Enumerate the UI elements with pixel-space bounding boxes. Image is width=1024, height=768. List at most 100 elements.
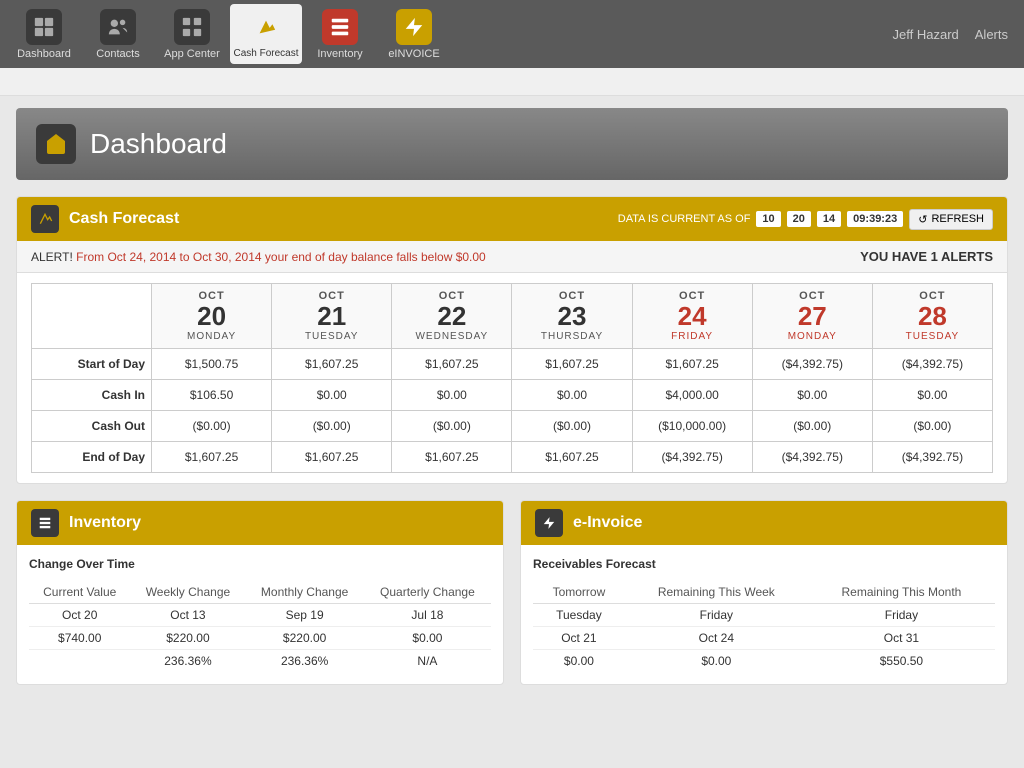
einv-r1-c0: Oct 21 [533,626,625,649]
dayname-0: MONDAY [156,331,267,342]
col-header-3: OCT 23 THURSDAY [512,284,632,349]
cell-sod-4: $1,607.25 [633,349,753,380]
time-clock: 09:39:23 [847,211,903,227]
cell-ci-6: $0.00 [873,380,993,411]
daynum-1: 21 [276,302,387,331]
header-bar [0,68,1024,96]
nav-cashforecast[interactable]: Cash Forecast [230,4,302,64]
einvoice-header-left: e-Invoice [535,509,642,537]
cell-ci-5: $0.00 [753,380,873,411]
inv-r2-c1: 236.36% [130,649,245,672]
inv-col-3: Quarterly Change [364,581,491,604]
dayname-1: TUESDAY [276,331,387,342]
cash-forecast-card: Cash Forecast DATA IS CURRENT AS OF 10 2… [16,196,1008,484]
cell-ci-2: $0.00 [392,380,512,411]
refresh-icon: ↺ [918,213,927,226]
cell-sod-5: ($4,392.75) [753,349,873,380]
nav-appcenter-label: App Center [164,48,220,60]
dashboard-header-icon [36,124,76,164]
inventory-body: Change Over Time Current Value Weekly Ch… [17,545,503,684]
inventory-nav-icon [322,9,358,45]
inv-row-2: 236.36% 236.36% N/A [29,649,491,672]
einv-col-2: Remaining This Month [808,581,995,604]
einvoice-subtitle: Receivables Forecast [533,557,995,571]
inventory-icon [31,509,59,537]
time-badge-20: 20 [787,211,811,227]
dayname-6: TUESDAY [877,331,988,342]
cell-sod-2: $1,607.25 [392,349,512,380]
cash-forecast-header: Cash Forecast DATA IS CURRENT AS OF 10 2… [17,197,1007,241]
nav-contacts[interactable]: Contacts [82,4,154,64]
nav-contacts-label: Contacts [96,48,139,60]
row-label-cashin: Cash In [32,380,152,411]
row-label-endofday: End of Day [32,442,152,473]
alerts-link[interactable]: Alerts [975,27,1008,42]
dayname-3: THURSDAY [516,331,627,342]
cell-ci-3: $0.00 [512,380,632,411]
einv-r2-c2: $550.50 [808,649,995,672]
inv-r2-c2: 236.36% [245,649,363,672]
daynum-6: 28 [877,302,988,331]
inventory-header-left: Inventory [31,509,141,537]
cash-forecast-header-left: Cash Forecast [31,205,179,233]
cell-co-1: ($0.00) [272,411,392,442]
refresh-label: REFRESH [931,213,984,225]
cash-forecast-title: Cash Forecast [69,210,179,228]
inventory-table: Current Value Weekly Change Monthly Chan… [29,581,491,672]
daynum-5: 27 [757,302,868,331]
inv-r2-c3: N/A [364,649,491,672]
nav-einvoice-label: eINVOICE [388,48,439,60]
cell-eod-6: ($4,392.75) [873,442,993,473]
col-header-1: OCT 21 TUESDAY [272,284,392,349]
nav-dashboard[interactable]: Dashboard [8,4,80,64]
cell-eod-5: ($4,392.75) [753,442,873,473]
refresh-button[interactable]: ↺ REFRESH [909,209,993,230]
calendar-grid: OCT 20 MONDAY OCT 21 TUESDAY OCT 22 WEDN… [31,283,993,473]
einv-r1-c2: Oct 31 [808,626,995,649]
nav-appcenter[interactable]: App Center [156,4,228,64]
inv-r1-c3: $0.00 [364,626,491,649]
row-label-startofday: Start of Day [32,349,152,380]
cell-co-2: ($0.00) [392,411,512,442]
inventory-subtitle: Change Over Time [29,557,491,571]
dashboard-title: Dashboard [90,128,227,160]
dayname-5: MONDAY [757,331,868,342]
nav-einvoice[interactable]: eINVOICE [378,4,450,64]
alert-bar: ALERT! From Oct 24, 2014 to Oct 30, 2014… [17,241,1007,273]
dashboard-nav-icon [26,9,62,45]
cell-co-6: ($0.00) [873,411,993,442]
einvoice-card: e-Invoice Receivables Forecast Tomorrow … [520,500,1008,685]
einv-row-1: Oct 21 Oct 24 Oct 31 [533,626,995,649]
nav-cashforecast-label: Cash Forecast [233,48,298,60]
daynum-0: 20 [156,302,267,331]
alert-count: YOU HAVE 1 ALERTS [860,249,993,264]
time-badge-10: 10 [756,211,780,227]
inv-col-2: Monthly Change [245,581,363,604]
user-name: Jeff Hazard [893,27,959,42]
cell-eod-4: ($4,392.75) [633,442,753,473]
inv-r0-c1: Oct 13 [130,603,245,626]
dayname-4: FRIDAY [637,331,748,342]
dashboard-header: Dashboard [16,108,1008,180]
inv-r0-c2: Sep 19 [245,603,363,626]
appcenter-nav-icon [174,9,210,45]
inv-r0-c3: Jul 18 [364,603,491,626]
inv-col-1: Weekly Change [130,581,245,604]
einv-row-0: Tuesday Friday Friday [533,603,995,626]
inventory-card: Inventory Change Over Time Current Value… [16,500,504,685]
inv-r1-c1: $220.00 [130,626,245,649]
nav-inventory-label: Inventory [317,48,362,60]
nav-dashboard-label: Dashboard [17,48,71,60]
cell-eod-3: $1,607.25 [512,442,632,473]
nav-inventory[interactable]: Inventory [304,4,376,64]
row-label-cashout: Cash Out [32,411,152,442]
einv-r0-c0: Tuesday [533,603,625,626]
cell-eod-2: $1,607.25 [392,442,512,473]
inv-col-0: Current Value [29,581,130,604]
cell-co-5: ($0.00) [753,411,873,442]
inventory-title: Inventory [69,514,141,532]
einvoice-nav-icon [396,9,432,45]
einv-r2-c0: $0.00 [533,649,625,672]
inv-r1-c2: $220.00 [245,626,363,649]
cell-co-3: ($0.00) [512,411,632,442]
